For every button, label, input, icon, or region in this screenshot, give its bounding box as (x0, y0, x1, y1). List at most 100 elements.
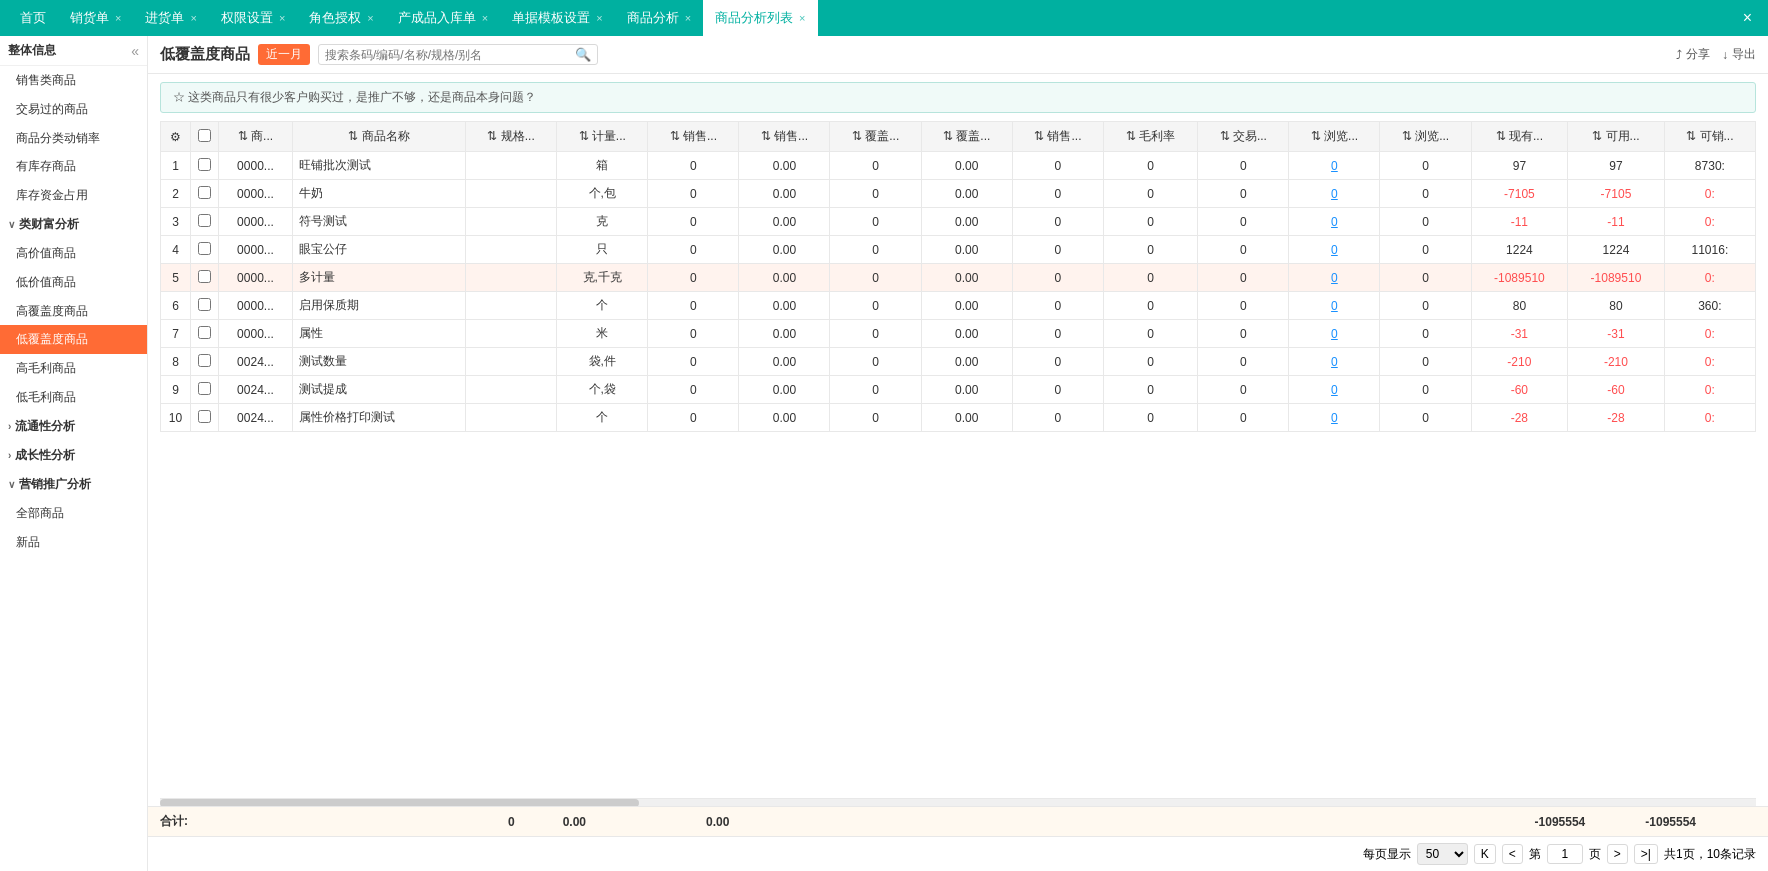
row-select-checkbox[interactable] (198, 354, 211, 367)
search-icon[interactable]: 🔍 (575, 47, 591, 62)
prev-page-button[interactable]: < (1502, 844, 1523, 864)
browse-link[interactable]: 0 (1331, 299, 1338, 313)
col-code-header[interactable]: ⇅ 商... (219, 122, 293, 152)
row-checkbox[interactable] (191, 404, 219, 432)
nav-purchase[interactable]: 进货单 × (133, 0, 208, 36)
col-coverage1-header[interactable]: ⇅ 覆盖... (830, 122, 921, 152)
col-name-header[interactable]: ⇅ 商品名称 (292, 122, 465, 152)
nav-auth-settings[interactable]: 权限设置 × (209, 0, 297, 36)
close-icon[interactable]: × (367, 12, 373, 24)
search-input[interactable] (325, 48, 575, 62)
row-select-checkbox[interactable] (198, 410, 211, 423)
close-icon[interactable]: × (685, 12, 691, 24)
sidebar-section-wealth[interactable]: ∨ 类财富分析 (0, 210, 147, 239)
row-select-checkbox[interactable] (198, 214, 211, 227)
row-select-checkbox[interactable] (198, 270, 211, 283)
browse-link[interactable]: 0 (1331, 355, 1338, 369)
sidebar-section-marketing[interactable]: ∨ 营销推广分析 (0, 470, 147, 499)
window-close-button[interactable]: × (1735, 9, 1760, 27)
sidebar-item-low-margin[interactable]: 低毛利商品 (0, 383, 147, 412)
sidebar-item-high-margin[interactable]: 高毛利商品 (0, 354, 147, 383)
nav-home[interactable]: 首页 (8, 0, 58, 36)
last-page-button[interactable]: >| (1634, 844, 1658, 864)
col-available-header[interactable]: ⇅ 可用... (1568, 122, 1665, 152)
share-button[interactable]: ⤴ 分享 (1676, 46, 1710, 63)
sidebar-item-low-coverage[interactable]: 低覆盖度商品 (0, 325, 147, 354)
page-number-input[interactable] (1547, 844, 1583, 864)
row-checkbox[interactable] (191, 292, 219, 320)
browse-link[interactable]: 0 (1331, 243, 1338, 257)
row-select-checkbox[interactable] (198, 326, 211, 339)
sidebar-item-high-coverage[interactable]: 高覆盖度商品 (0, 297, 147, 326)
browse-link[interactable]: 0 (1331, 187, 1338, 201)
col-spec-header[interactable]: ⇅ 规格... (465, 122, 556, 152)
close-icon[interactable]: × (115, 12, 121, 24)
row-checkbox[interactable] (191, 320, 219, 348)
browse-link[interactable]: 0 (1331, 383, 1338, 397)
sidebar-item-stock-products[interactable]: 有库存商品 (0, 152, 147, 181)
row-select-checkbox[interactable] (198, 158, 211, 171)
sidebar-section-growth[interactable]: › 成长性分析 (0, 441, 147, 470)
close-icon[interactable]: × (482, 12, 488, 24)
row-select-checkbox[interactable] (198, 186, 211, 199)
settings-icon[interactable]: ⚙ (170, 130, 181, 144)
row-checkbox[interactable] (191, 264, 219, 292)
browse-link[interactable]: 0 (1331, 159, 1338, 173)
row-browse2: 0 (1380, 208, 1471, 236)
col-gross-margin-header[interactable]: ⇅ 毛利率 (1103, 122, 1197, 152)
sidebar-section-liquidity[interactable]: › 流通性分析 (0, 412, 147, 441)
nav-role-auth[interactable]: 角色授权 × (297, 0, 385, 36)
sidebar-item-traded-products[interactable]: 交易过的商品 (0, 95, 147, 124)
browse-link[interactable]: 0 (1331, 271, 1338, 285)
row-checkbox[interactable] (191, 236, 219, 264)
col-settings[interactable]: ⚙ (161, 122, 191, 152)
col-unit-header[interactable]: ⇅ 计量... (557, 122, 648, 152)
close-icon[interactable]: × (279, 12, 285, 24)
row-checkbox[interactable] (191, 180, 219, 208)
select-all-checkbox[interactable] (198, 129, 211, 142)
col-sales-days-header[interactable]: ⇅ 销售... (1012, 122, 1103, 152)
nav-sales[interactable]: 销货单 × (58, 0, 133, 36)
row-coverage1: 0 (830, 180, 921, 208)
row-checkbox[interactable] (191, 208, 219, 236)
page-size-select[interactable]: 50 100 200 (1417, 843, 1468, 865)
nav-product-analysis[interactable]: 商品分析 × (615, 0, 703, 36)
sidebar-item-stock-capital[interactable]: 库存资金占用 (0, 181, 147, 210)
col-browse1-header[interactable]: ⇅ 浏览... (1289, 122, 1380, 152)
col-transaction-header[interactable]: ⇅ 交易... (1198, 122, 1289, 152)
close-icon[interactable]: × (799, 12, 805, 24)
nav-product-analysis-list[interactable]: 商品分析列表 × (703, 0, 817, 36)
col-current-stock-header[interactable]: ⇅ 现有... (1471, 122, 1568, 152)
export-button[interactable]: ↓ 导出 (1722, 46, 1756, 63)
browse-link[interactable]: 0 (1331, 215, 1338, 229)
row-select-checkbox[interactable] (198, 242, 211, 255)
sidebar-item-all-products[interactable]: 全部商品 (0, 499, 147, 528)
date-filter-button[interactable]: 近一月 (258, 44, 310, 65)
close-icon[interactable]: × (190, 12, 196, 24)
nav-product-warehouse[interactable]: 产成品入库单 × (386, 0, 500, 36)
col-sellable-header[interactable]: ⇅ 可销... (1664, 122, 1755, 152)
sidebar-collapse-button[interactable]: « (131, 43, 139, 59)
row-checkbox[interactable] (191, 152, 219, 180)
col-coverage2-header[interactable]: ⇅ 覆盖... (921, 122, 1012, 152)
row-checkbox[interactable] (191, 376, 219, 404)
col-browse2-header[interactable]: ⇅ 浏览... (1380, 122, 1471, 152)
close-icon[interactable]: × (596, 12, 602, 24)
horizontal-scrollbar[interactable] (160, 798, 1756, 806)
row-select-checkbox[interactable] (198, 382, 211, 395)
next-page-button[interactable]: > (1607, 844, 1628, 864)
row-select-checkbox[interactable] (198, 298, 211, 311)
col-checkbox[interactable] (191, 122, 219, 152)
nav-template-settings[interactable]: 单据模板设置 × (500, 0, 614, 36)
browse-link[interactable]: 0 (1331, 411, 1338, 425)
sidebar-item-sales-products[interactable]: 销售类商品 (0, 66, 147, 95)
first-page-button[interactable]: K (1474, 844, 1496, 864)
sidebar-item-new-products[interactable]: 新品 (0, 528, 147, 557)
row-checkbox[interactable] (191, 348, 219, 376)
sidebar-item-low-value[interactable]: 低价值商品 (0, 268, 147, 297)
browse-link[interactable]: 0 (1331, 327, 1338, 341)
col-sales-amt-header[interactable]: ⇅ 销售... (739, 122, 830, 152)
sidebar-item-category-turnover[interactable]: 商品分类动销率 (0, 124, 147, 153)
col-sales-qty-header[interactable]: ⇅ 销售... (648, 122, 739, 152)
sidebar-item-high-value[interactable]: 高价值商品 (0, 239, 147, 268)
